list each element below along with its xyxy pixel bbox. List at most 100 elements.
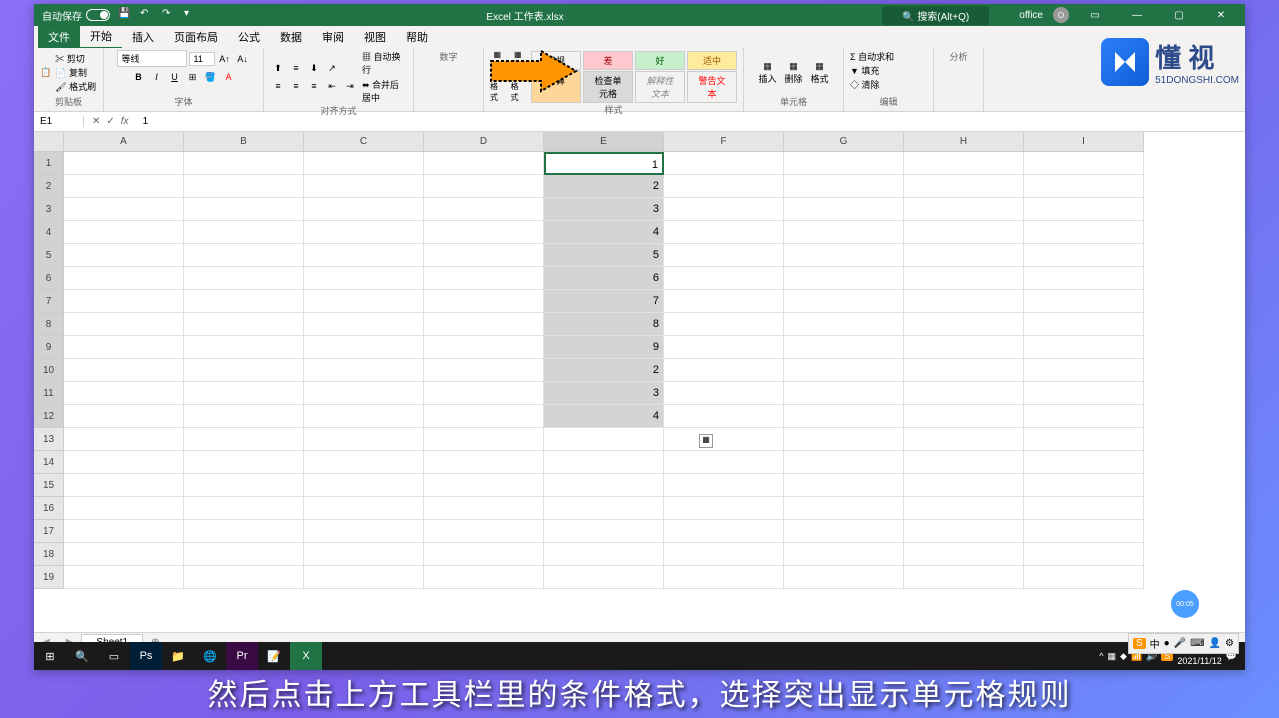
cell-G7[interactable] [784, 290, 904, 313]
cell-B17[interactable] [184, 520, 304, 543]
cell-I2[interactable] [1024, 175, 1144, 198]
cell-B9[interactable] [184, 336, 304, 359]
menu-home[interactable]: 开始 [80, 25, 122, 49]
row-header-1[interactable]: 1 [34, 152, 64, 175]
cell-C9[interactable] [304, 336, 424, 359]
cell-B12[interactable] [184, 405, 304, 428]
cell-C15[interactable] [304, 474, 424, 497]
cell-G6[interactable] [784, 267, 904, 290]
cell-F19[interactable] [664, 566, 784, 589]
wrap-text-button[interactable]: ▦ 自动换行 [362, 50, 407, 76]
cell-E11[interactable]: 3 [544, 382, 664, 405]
cell-H4[interactable] [904, 221, 1024, 244]
cell-F3[interactable] [664, 198, 784, 221]
orientation-icon[interactable]: ↗ [324, 60, 340, 76]
cell-C10[interactable] [304, 359, 424, 382]
italic-icon[interactable]: I [149, 69, 165, 85]
format-cells-button[interactable]: ▦格式 [811, 61, 829, 85]
cell-I3[interactable] [1024, 198, 1144, 221]
row-header-9[interactable]: 9 [34, 336, 64, 359]
cell-D10[interactable] [424, 359, 544, 382]
fill-button[interactable]: ▼ 填充 [850, 64, 879, 77]
cell-F2[interactable] [664, 175, 784, 198]
menu-insert[interactable]: 插入 [122, 26, 164, 48]
row-header-12[interactable]: 12 [34, 405, 64, 428]
cell-B15[interactable] [184, 474, 304, 497]
cell-G13[interactable] [784, 428, 904, 451]
cell-E4[interactable]: 4 [544, 221, 664, 244]
taskbar-chrome-icon[interactable]: 🌐 [194, 642, 226, 670]
align-middle-icon[interactable]: ≡ [288, 60, 304, 76]
row-header-16[interactable]: 16 [34, 497, 64, 520]
cell-E19[interactable] [544, 566, 664, 589]
qat-dropdown-icon[interactable]: ▾ [184, 8, 198, 22]
undo-icon[interactable]: ↶ [140, 8, 154, 22]
cut-button[interactable]: ✂ 剪切 [55, 52, 96, 65]
auto-save-toggle[interactable]: 自动保存 [42, 8, 110, 23]
maximize-button[interactable]: ▢ [1163, 4, 1195, 26]
taskbar-notepad-icon[interactable]: 📝 [258, 642, 290, 670]
cell-C13[interactable] [304, 428, 424, 451]
row-header-13[interactable]: 13 [34, 428, 64, 451]
clear-button[interactable]: ◇ 清除 [850, 78, 880, 91]
menu-formulas[interactable]: 公式 [228, 26, 270, 48]
cell-F14[interactable] [664, 451, 784, 474]
ime-user-icon[interactable]: 👤 [1209, 638, 1221, 649]
style-neutral[interactable]: 适中 [687, 51, 737, 70]
cell-C6[interactable] [304, 267, 424, 290]
user-avatar-icon[interactable]: O [1053, 7, 1069, 23]
ime-lang[interactable]: 中 [1150, 636, 1160, 651]
cell-C3[interactable] [304, 198, 424, 221]
cell-H17[interactable] [904, 520, 1024, 543]
name-box[interactable]: E1 [34, 116, 84, 127]
row-header-18[interactable]: 18 [34, 543, 64, 566]
cell-B10[interactable] [184, 359, 304, 382]
cell-I1[interactable] [1024, 152, 1144, 175]
font-name-combo[interactable]: 等线 [117, 50, 187, 67]
insert-cells-button[interactable]: ▦插入 [758, 61, 776, 85]
cell-G4[interactable] [784, 221, 904, 244]
cell-I8[interactable] [1024, 313, 1144, 336]
cell-F10[interactable] [664, 359, 784, 382]
fill-color-icon[interactable]: 🪣 [203, 69, 219, 85]
cell-G5[interactable] [784, 244, 904, 267]
cell-A3[interactable] [64, 198, 184, 221]
cell-A19[interactable] [64, 566, 184, 589]
cell-B5[interactable] [184, 244, 304, 267]
cell-G14[interactable] [784, 451, 904, 474]
font-size-combo[interactable]: 11 [189, 52, 215, 66]
taskbar-premiere-icon[interactable]: Pr [226, 642, 258, 670]
cell-A13[interactable] [64, 428, 184, 451]
align-right-icon[interactable]: ≡ [306, 78, 322, 94]
menu-file[interactable]: 文件 [38, 26, 80, 48]
cell-G8[interactable] [784, 313, 904, 336]
align-bottom-icon[interactable]: ⬇ [306, 60, 322, 76]
cell-C1[interactable] [304, 152, 424, 175]
cell-E18[interactable] [544, 543, 664, 566]
paste-button[interactable]: 📋 [40, 67, 51, 78]
cell-H7[interactable] [904, 290, 1024, 313]
enter-formula-icon[interactable]: ✓ [106, 116, 114, 127]
cell-I10[interactable] [1024, 359, 1144, 382]
font-color-icon[interactable]: A [221, 69, 237, 85]
cell-B4[interactable] [184, 221, 304, 244]
cell-B18[interactable] [184, 543, 304, 566]
cell-B6[interactable] [184, 267, 304, 290]
cell-A15[interactable] [64, 474, 184, 497]
cell-F17[interactable] [664, 520, 784, 543]
cell-C8[interactable] [304, 313, 424, 336]
cell-B14[interactable] [184, 451, 304, 474]
cell-G2[interactable] [784, 175, 904, 198]
cell-I12[interactable] [1024, 405, 1144, 428]
col-header-C[interactable]: C [304, 132, 424, 152]
cell-C11[interactable] [304, 382, 424, 405]
cell-I19[interactable] [1024, 566, 1144, 589]
ime-toolbar[interactable]: S 中 ● 🎤 ⌨ 👤 ⚙ [1128, 633, 1239, 654]
cell-F6[interactable] [664, 267, 784, 290]
cell-C17[interactable] [304, 520, 424, 543]
cell-H14[interactable] [904, 451, 1024, 474]
cell-A14[interactable] [64, 451, 184, 474]
cell-B19[interactable] [184, 566, 304, 589]
cell-I18[interactable] [1024, 543, 1144, 566]
cell-G18[interactable] [784, 543, 904, 566]
